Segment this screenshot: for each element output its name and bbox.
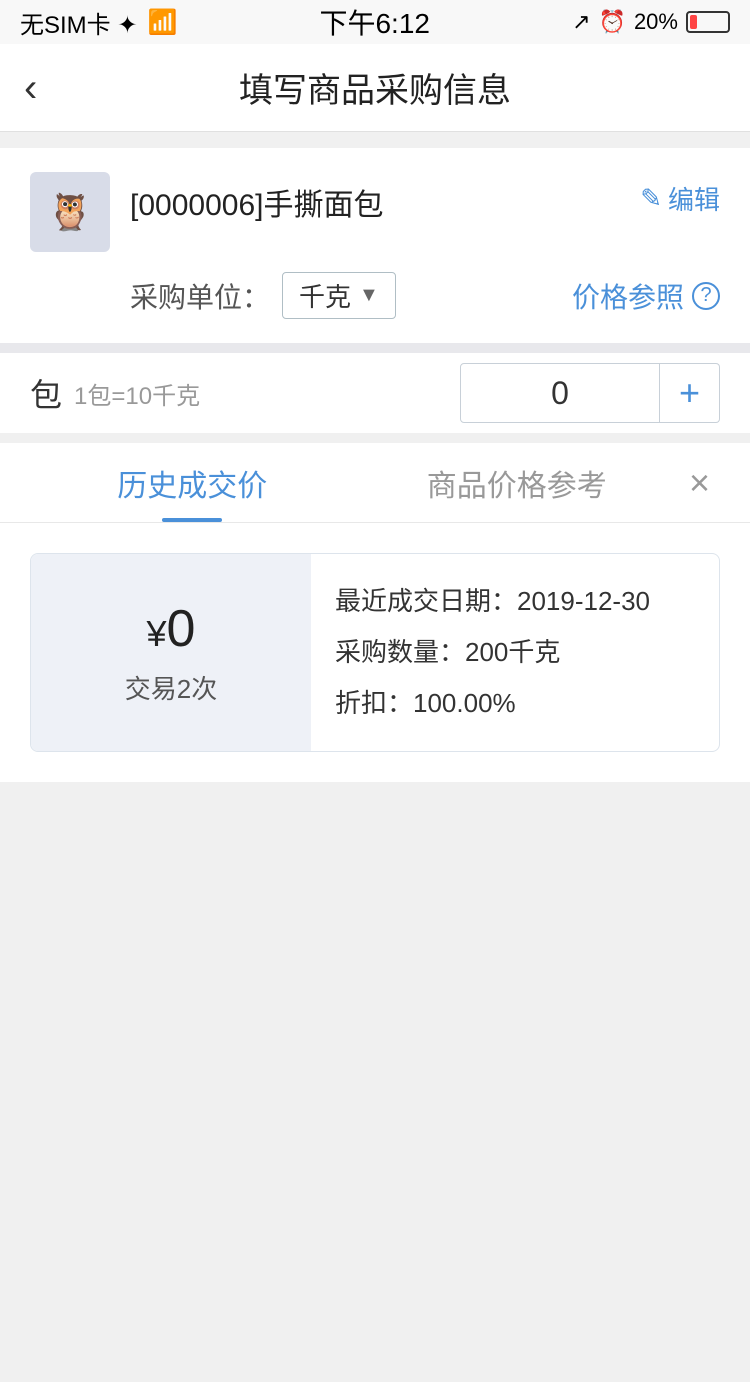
discount-value: 100.00%: [413, 688, 516, 718]
quantity-input[interactable]: [460, 363, 660, 423]
tab-history-label: 历史成交价: [117, 461, 267, 505]
battery-percent: 20%: [634, 9, 678, 35]
price-ref-info-icon: ?: [692, 282, 720, 310]
recent-date-label: 最近成交日期：: [335, 586, 517, 616]
status-bar: 无SIM卡 ✦ 📶 下午6:12 ↗ ⏰ 20%: [0, 0, 750, 44]
location-icon: ↗: [572, 9, 590, 35]
product-id: [0000006]: [130, 189, 263, 222]
quantity-row: 包 1包=10千克 +: [0, 353, 750, 433]
purchase-unit-label: 采购单位：: [130, 276, 270, 316]
quantity-controls: +: [460, 363, 720, 423]
status-right: ↗ ⏰ 20%: [572, 9, 730, 35]
carrier-text: 无SIM卡 ✦: [20, 5, 137, 40]
nav-bar: ‹ 填写商品采购信息: [0, 44, 750, 132]
product-header: 🦉 [0000006]手撕面包 ✎ 编辑: [30, 172, 720, 252]
history-price: ¥0: [147, 599, 196, 659]
product-thumbnail: 🦉: [30, 172, 110, 252]
section-divider: [0, 343, 750, 353]
battery-fill: [690, 15, 697, 29]
tab-history-price[interactable]: 历史成交价: [30, 443, 354, 522]
recent-date-row: 最近成交日期：2019-12-30: [335, 582, 695, 621]
history-card-left: ¥0 交易2次: [31, 554, 311, 751]
price-ref-button[interactable]: 价格参照 ?: [572, 276, 720, 316]
close-icon: ×: [689, 462, 710, 503]
tab-product-price[interactable]: 商品价格参考: [354, 443, 678, 522]
history-content: ¥0 交易2次 最近成交日期：2019-12-30 采购数量：200千克 折扣：…: [0, 523, 750, 782]
purchase-qty-label: 采购数量：: [335, 637, 465, 667]
battery-bar: [686, 11, 730, 33]
purchase-unit-row: 采购单位： 千克 ▼ 价格参照 ?: [30, 272, 720, 319]
discount-label: 折扣：: [335, 688, 413, 718]
alarm-icon: ⏰: [599, 9, 626, 35]
status-left: 无SIM卡 ✦ 📶: [20, 5, 177, 40]
quantity-unit-label: 包: [30, 370, 62, 416]
purchase-qty-value: 200千克: [465, 637, 560, 667]
history-card-right: 最近成交日期：2019-12-30 采购数量：200千克 折扣：100.00%: [311, 554, 719, 751]
purchase-qty-row: 采购数量：200千克: [335, 633, 695, 672]
tabs-panel: 历史成交价 商品价格参考 × ¥0 交易2次 最近成交日期：2019-12-30…: [0, 443, 750, 782]
quantity-plus-button[interactable]: +: [660, 363, 720, 423]
price-value: 0: [167, 600, 196, 658]
tab-close-button[interactable]: ×: [679, 452, 720, 514]
product-title: 手撕面包: [263, 189, 383, 222]
page-title: 填写商品采购信息: [239, 63, 511, 112]
dropdown-arrow-icon: ▼: [359, 284, 379, 307]
product-left: 🦉 [0000006]手撕面包: [30, 172, 383, 252]
unit-value: 千克: [299, 277, 351, 314]
bottom-space: [0, 782, 750, 1382]
price-ref-label: 价格参照: [572, 276, 684, 316]
edit-icon: ✎: [640, 183, 662, 214]
quantity-sub-label: 1包=10千克: [74, 376, 200, 411]
tab-product-label: 商品价格参考: [427, 461, 607, 505]
product-thumb-icon: 🦉: [48, 191, 93, 233]
history-trades: 交易2次: [125, 669, 217, 706]
product-card: 🦉 [0000006]手撕面包 ✎ 编辑 采购单位： 千克 ▼ 价格参照 ?: [0, 148, 750, 343]
product-info: [0000006]手撕面包: [130, 172, 383, 224]
product-name: [0000006]手撕面包: [130, 180, 383, 224]
yen-symbol: ¥: [147, 613, 167, 654]
back-button[interactable]: ‹: [24, 68, 37, 108]
recent-date-value: 2019-12-30: [517, 586, 650, 616]
edit-label: 编辑: [668, 180, 720, 217]
wifi-icon: 📶: [147, 8, 177, 37]
unit-select-dropdown[interactable]: 千克 ▼: [282, 272, 396, 319]
tabs-header: 历史成交价 商品价格参考 ×: [0, 443, 750, 523]
quantity-left: 包 1包=10千克: [30, 370, 200, 416]
plus-icon: +: [679, 372, 700, 414]
edit-button[interactable]: ✎ 编辑: [640, 180, 720, 217]
history-card: ¥0 交易2次 最近成交日期：2019-12-30 采购数量：200千克 折扣：…: [30, 553, 720, 752]
discount-row: 折扣：100.00%: [335, 684, 695, 723]
status-time: 下午6:12: [319, 2, 430, 42]
